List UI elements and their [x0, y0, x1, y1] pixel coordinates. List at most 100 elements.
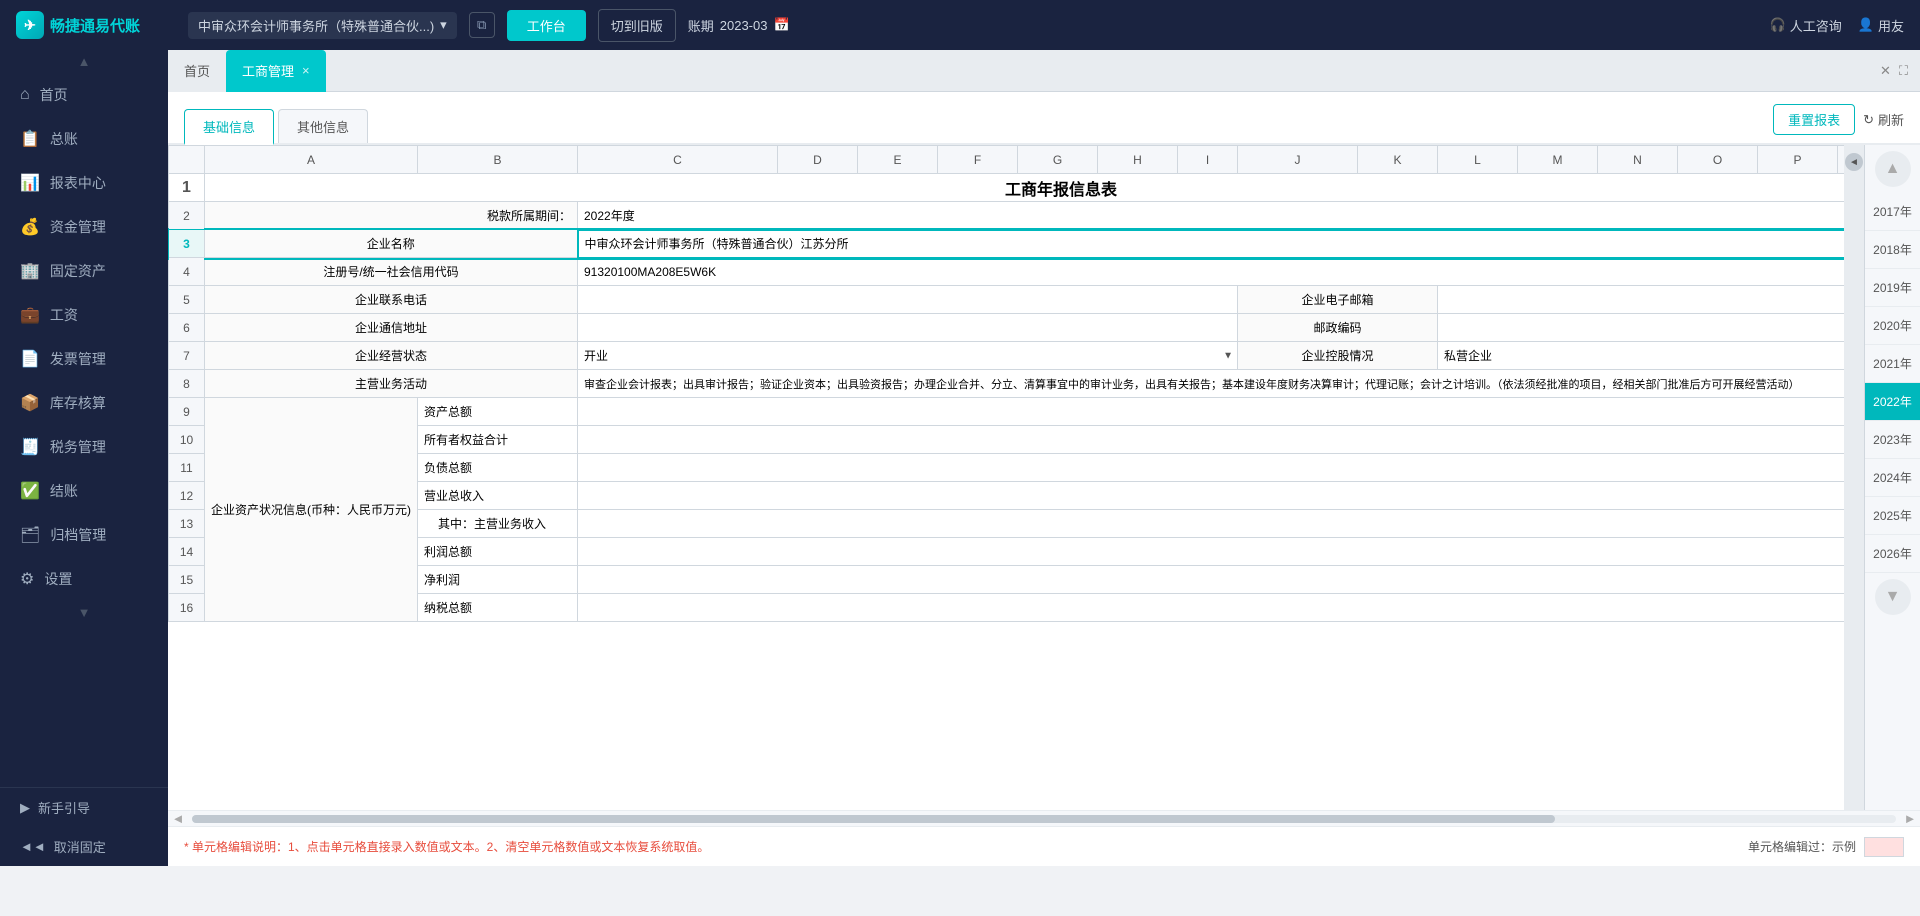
- oldversion-button[interactable]: 切到旧版: [598, 9, 676, 42]
- sheet-table: A B C D E F G H I J K L M: [168, 145, 1844, 622]
- year-item-2020[interactable]: 2020年: [1865, 307, 1920, 345]
- col-header-g: G: [1018, 146, 1098, 174]
- expand-left-icon[interactable]: ◄: [1845, 153, 1863, 171]
- archive-icon: 🗂: [20, 525, 40, 545]
- hscroll-track[interactable]: [192, 815, 1896, 823]
- sample-label: 单元格编辑过：示例: [1748, 838, 1856, 855]
- main-revenue-label: 其中：主营业务收入: [418, 510, 578, 538]
- phone-value-cell[interactable]: [578, 286, 1238, 314]
- sidebar-item-tax[interactable]: 🧾 税务管理: [0, 425, 168, 469]
- company-selector[interactable]: 中审众环会计师事务所（特殊普通合伙...) ▾: [188, 12, 457, 39]
- main-content: 首页 工商管理 × ✕ ⛶ 基础信息 其他信息 重置报表 ↻ 刷新: [168, 50, 1920, 866]
- logo-icon: ✈: [16, 11, 44, 39]
- sheet-title-cell[interactable]: 工商年报信息表: [205, 174, 1845, 202]
- year-expand-top-icon[interactable]: ▲: [1875, 151, 1911, 187]
- window-close-icon[interactable]: ✕: [1880, 63, 1891, 79]
- user-menu[interactable]: 👤 用友: [1858, 16, 1904, 35]
- sidebar-item-fund[interactable]: 💰 资金管理: [0, 205, 168, 249]
- sidebar-item-archive[interactable]: 🗂 归档管理: [0, 513, 168, 557]
- year-item-2025[interactable]: 2025年: [1865, 497, 1920, 535]
- total-assets-value[interactable]: [578, 398, 1845, 426]
- hscroll-right-icon[interactable]: ►: [1900, 811, 1920, 826]
- sidebar-label-asset: 固定资产: [50, 261, 106, 281]
- sidebar-item-asset[interactable]: 🏢 固定资产: [0, 249, 168, 293]
- address-value-cell[interactable]: [578, 314, 1238, 342]
- year-item-2018[interactable]: 2018年: [1865, 231, 1920, 269]
- year-item-2019[interactable]: 2019年: [1865, 269, 1920, 307]
- sidebar-item-ledger[interactable]: 📋 总账: [0, 117, 168, 161]
- tax-icon: 🧾: [20, 437, 40, 457]
- subtab-other[interactable]: 其他信息: [278, 109, 368, 143]
- liabilities-value[interactable]: [578, 454, 1845, 482]
- company-value-cell[interactable]: 中审众环会计师事务所（特殊普通合伙）江苏分所: [578, 230, 1845, 258]
- sidebar-item-report[interactable]: 📊 报表中心: [0, 161, 168, 205]
- row-num-3: 3: [169, 230, 205, 258]
- main-revenue-value[interactable]: [578, 510, 1845, 538]
- sidebar-item-checkout[interactable]: ✅ 结账: [0, 469, 168, 513]
- copy-icon[interactable]: ⧉: [469, 12, 495, 38]
- tabbar-right: ✕ ⛶: [1880, 63, 1920, 79]
- business-value-cell[interactable]: 审查企业会计报表；出具审计报告；验证企业资本；出具验资报告；办理企业合并、分立、…: [578, 370, 1845, 398]
- consult-button[interactable]: 🎧 人工咨询: [1770, 16, 1842, 35]
- status-value-cell[interactable]: 开业 ▼: [578, 342, 1238, 370]
- user-icon: 👤: [1858, 17, 1874, 33]
- tab-home[interactable]: 首页: [168, 50, 226, 92]
- refresh-button[interactable]: ↻ 刷新: [1863, 110, 1904, 129]
- col-header-n: N: [1598, 146, 1678, 174]
- sidebar-scroll-down[interactable]: ▼: [0, 601, 168, 624]
- close-icon[interactable]: ×: [302, 63, 310, 78]
- asset-icon: 🏢: [20, 261, 40, 281]
- year-item-2022[interactable]: 2022年: [1865, 383, 1920, 421]
- row-num-4: 4: [169, 258, 205, 286]
- sidebar-item-unpin[interactable]: ◄◄ 取消固定: [0, 827, 168, 866]
- calendar-icon[interactable]: 📅: [773, 17, 789, 33]
- year-item-2017[interactable]: 2017年: [1865, 193, 1920, 231]
- period-label-cell: 税款所属期间：: [205, 202, 578, 230]
- sidebar-item-inventory[interactable]: 📦 库存核算: [0, 381, 168, 425]
- equity-value[interactable]: [578, 426, 1845, 454]
- hscroll-left-icon[interactable]: ◄: [168, 811, 188, 826]
- postcode-value-cell[interactable]: [1438, 314, 1845, 342]
- sidebar-item-settings[interactable]: ⚙ 设置: [0, 557, 168, 601]
- tab-gongshang[interactable]: 工商管理 ×: [226, 50, 326, 92]
- row-num-16: 16: [169, 594, 205, 622]
- sidebar-item-invoice[interactable]: 📄 发票管理: [0, 337, 168, 381]
- workbench-button[interactable]: 工作台: [507, 10, 586, 41]
- spreadsheet-container[interactable]: A B C D E F G H I J K L M: [168, 145, 1844, 810]
- col-header-k: K: [1358, 146, 1438, 174]
- profit-value[interactable]: [578, 538, 1845, 566]
- net-profit-value[interactable]: [578, 566, 1845, 594]
- year-item-2024[interactable]: 2024年: [1865, 459, 1920, 497]
- reset-button[interactable]: 重置报表: [1773, 104, 1855, 135]
- sidebar-item-salary[interactable]: 💼 工资: [0, 293, 168, 337]
- regcode-value-cell[interactable]: 91320100MA208E5W6K: [578, 258, 1845, 286]
- phone-label-cell: 企业联系电话: [205, 286, 578, 314]
- row-num-11: 11: [169, 454, 205, 482]
- subtab-basic[interactable]: 基础信息: [184, 109, 274, 145]
- year-item-2026[interactable]: 2026年: [1865, 535, 1920, 573]
- holding-value-cell[interactable]: 私营企业: [1438, 342, 1845, 370]
- table-row: 2 税款所属期间： 2022年度: [169, 202, 1845, 230]
- guide-label: 新手引导: [38, 798, 90, 817]
- table-row: 8 主营业务活动 审查企业会计报表；出具审计报告；验证企业资本；出具验资报告；办…: [169, 370, 1845, 398]
- hscroll-thumb[interactable]: [192, 815, 1555, 823]
- revenue-value[interactable]: [578, 482, 1845, 510]
- table-row: 3 企业名称 中审众环会计师事务所（特殊普通合伙）江苏分所: [169, 230, 1845, 258]
- year-expand-bottom-icon[interactable]: ▼: [1875, 579, 1911, 615]
- sidebar-item-guide[interactable]: ▶ 新手引导: [0, 788, 168, 827]
- hscrollbar[interactable]: ◄ ►: [168, 810, 1920, 826]
- window-maximize-icon[interactable]: ⛶: [1899, 63, 1908, 79]
- year-item-2023[interactable]: 2023年: [1865, 421, 1920, 459]
- sidebar-scroll-up[interactable]: ▲: [0, 50, 168, 73]
- sidebar-item-home[interactable]: ⌂ 首页: [0, 73, 168, 117]
- col-header-d: D: [778, 146, 858, 174]
- period-value-cell[interactable]: 2022年度: [578, 202, 1845, 230]
- email-value-cell[interactable]: [1438, 286, 1845, 314]
- net-profit-label: 净利润: [418, 566, 578, 594]
- col-header-p: P: [1758, 146, 1838, 174]
- table-row: 7 企业经营状态 开业 ▼ 企业控股情况 私营企业: [169, 342, 1845, 370]
- invoice-icon: 📄: [20, 349, 40, 369]
- tax-value[interactable]: [578, 594, 1845, 622]
- unpin-label: 取消固定: [54, 837, 106, 856]
- year-item-2021[interactable]: 2021年: [1865, 345, 1920, 383]
